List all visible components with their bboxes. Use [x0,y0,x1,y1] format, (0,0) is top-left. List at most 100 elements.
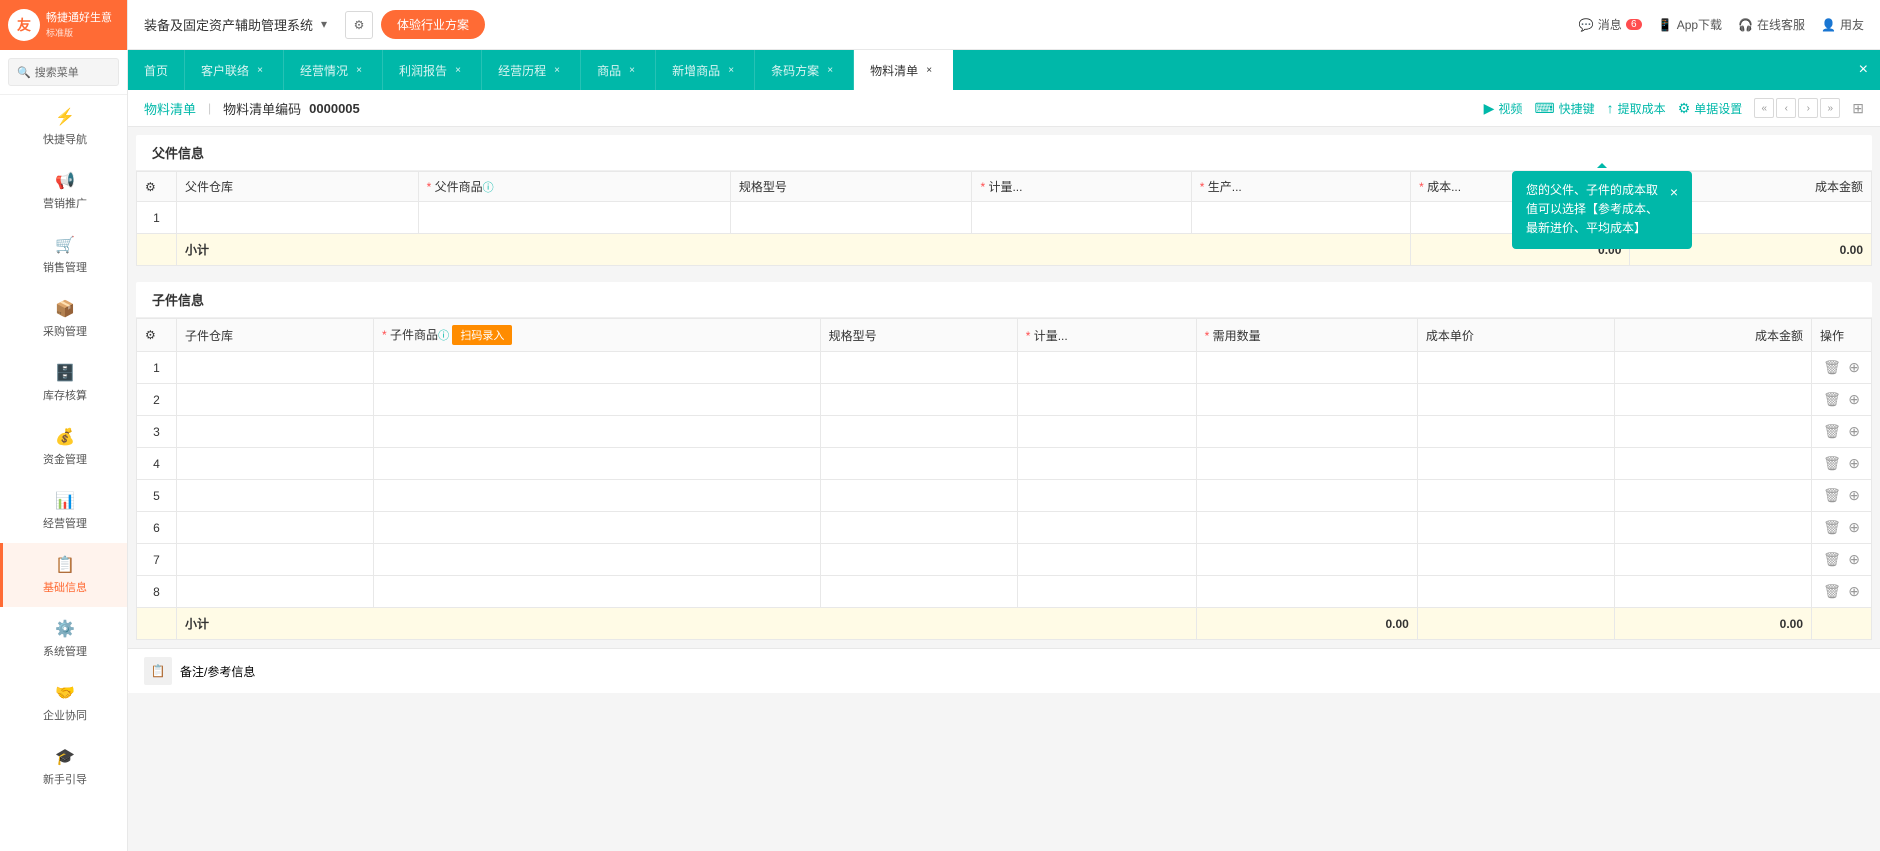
extract-cost-button[interactable]: ↑ 提取成本 [1607,100,1666,117]
child-row-7-qty[interactable] [1196,544,1417,576]
online-service-button[interactable]: 🎧 在线客服 [1738,16,1805,33]
tab-products-close[interactable]: × [625,63,639,77]
sidebar-item-basic[interactable]: 📋 基础信息 [0,543,127,607]
child-row-6-spec[interactable] [820,512,1017,544]
sidebar-item-collab[interactable]: 🤝 企业协同 [0,671,127,735]
child-row-7-spec[interactable] [820,544,1017,576]
child-row-8-spec[interactable] [820,576,1017,608]
child-row-8-copy[interactable]: ⊕ [1846,581,1862,602]
child-row-3-copy[interactable]: ⊕ [1846,421,1862,442]
child-row-2-qty[interactable] [1196,384,1417,416]
parent-row-1-unit[interactable] [972,202,1191,234]
sidebar-item-system[interactable]: ⚙️ 系统管理 [0,607,127,671]
tooltip-close-button[interactable]: × [1670,181,1678,203]
user-menu-button[interactable]: 👤 用友 [1821,16,1864,33]
close-all-tabs-button[interactable]: × [1847,61,1880,79]
child-row-6-product[interactable] [374,512,821,544]
child-row-8-warehouse[interactable] [177,576,374,608]
child-row-3-cost-amount[interactable] [1614,416,1811,448]
sidebar-search-area[interactable]: 🔍 搜索菜单 [0,50,127,95]
scan-input-button[interactable]: 扫码录入 [452,325,512,345]
tab-operations-close[interactable]: × [352,63,366,77]
child-row-3-product[interactable] [374,416,821,448]
child-row-4-delete[interactable]: 🗑 [1821,453,1843,474]
child-row-7-cost-amount[interactable] [1614,544,1811,576]
child-row-1-unit-price[interactable] [1417,352,1614,384]
sidebar-item-inventory[interactable]: 🗄️ 库存核算 [0,351,127,415]
child-row-8-delete[interactable]: 🗑 [1821,581,1843,602]
parent-row-1-spec[interactable] [730,202,972,234]
nav-first-button[interactable]: « [1754,98,1774,118]
tab-barcode-close[interactable]: × [823,63,837,77]
child-row-2-unit[interactable] [1017,384,1196,416]
child-row-2-cost-amount[interactable] [1614,384,1811,416]
tab-bom[interactable]: 物料清单 × [854,50,953,90]
tab-bom-close[interactable]: × [922,63,936,77]
child-row-4-product[interactable] [374,448,821,480]
tab-newproduct[interactable]: 新增商品 × [656,50,755,90]
parent-row-1-production[interactable] [1191,202,1410,234]
parent-row-1-product[interactable] [418,202,730,234]
tab-customers[interactable]: 客户联络 × [185,50,284,90]
tab-newproduct-close[interactable]: × [724,63,738,77]
view-video-button[interactable]: ▶ 视频 [1484,100,1523,117]
tab-operations[interactable]: 经营情况 × [284,50,383,90]
child-row-7-warehouse[interactable] [177,544,374,576]
nav-next-button[interactable]: › [1798,98,1818,118]
tab-products[interactable]: 商品 × [581,50,656,90]
child-row-4-copy[interactable]: ⊕ [1846,453,1862,474]
tab-customers-close[interactable]: × [253,63,267,77]
grid-view-button[interactable]: ⊞ [1852,100,1864,117]
child-row-2-copy[interactable]: ⊕ [1846,389,1862,410]
sidebar-item-guide[interactable]: 🎓 新手引导 [0,735,127,799]
sidebar-item-quicknav[interactable]: ⚡ 快捷导航 [0,95,127,159]
message-button[interactable]: 💬 消息 6 [1579,16,1642,33]
child-row-6-copy[interactable]: ⊕ [1846,517,1862,538]
trial-button[interactable]: 体验行业方案 [381,10,485,39]
child-row-2-warehouse[interactable] [177,384,374,416]
child-row-5-unit[interactable] [1017,480,1196,512]
child-row-1-product[interactable] [374,352,821,384]
app-download-button[interactable]: 📱 App下载 [1658,16,1722,33]
child-row-5-spec[interactable] [820,480,1017,512]
nav-prev-button[interactable]: ‹ [1776,98,1796,118]
child-row-4-unit[interactable] [1017,448,1196,480]
child-row-6-cost-amount[interactable] [1614,512,1811,544]
child-row-6-qty[interactable] [1196,512,1417,544]
child-row-4-unit-price[interactable] [1417,448,1614,480]
dropdown-icon[interactable]: ▾ [321,17,337,33]
sidebar-item-purchase[interactable]: 📦 采购管理 [0,287,127,351]
sidebar-item-operations[interactable]: 📊 经营管理 [0,479,127,543]
child-row-5-cost-amount[interactable] [1614,480,1811,512]
child-row-6-warehouse[interactable] [177,512,374,544]
child-row-2-spec[interactable] [820,384,1017,416]
child-row-3-warehouse[interactable] [177,416,374,448]
parent-row-1-warehouse[interactable] [177,202,419,234]
tab-history[interactable]: 经营历程 × [482,50,581,90]
tab-profit-close[interactable]: × [451,63,465,77]
child-row-8-unit-price[interactable] [1417,576,1614,608]
child-row-6-delete[interactable]: 🗑 [1821,517,1843,538]
child-row-7-delete[interactable]: 🗑 [1821,549,1843,570]
child-row-1-cost-amount[interactable] [1614,352,1811,384]
child-row-4-cost-amount[interactable] [1614,448,1811,480]
child-row-3-spec[interactable] [820,416,1017,448]
child-row-1-copy[interactable]: ⊕ [1846,357,1862,378]
search-menu-button[interactable]: 🔍 搜索菜单 [8,58,119,86]
child-row-7-unit-price[interactable] [1417,544,1614,576]
shortcut-button[interactable]: ⌨ 快捷键 [1534,100,1594,117]
child-row-3-unit-price[interactable] [1417,416,1614,448]
child-row-1-warehouse[interactable] [177,352,374,384]
child-row-1-spec[interactable] [820,352,1017,384]
single-settings-button[interactable]: ⚙ 单据设置 [1678,100,1743,117]
child-row-6-unit-price[interactable] [1417,512,1614,544]
settings-gear-button[interactable]: ⚙ [345,11,373,39]
child-row-3-unit[interactable] [1017,416,1196,448]
child-row-7-copy[interactable]: ⊕ [1846,549,1862,570]
child-row-3-delete[interactable]: 🗑 [1821,421,1843,442]
breadcrumb[interactable]: 物料清单 [144,99,196,118]
child-row-2-unit-price[interactable] [1417,384,1614,416]
child-row-6-unit[interactable] [1017,512,1196,544]
child-row-7-product[interactable] [374,544,821,576]
sidebar-item-marketing[interactable]: 📢 营销推广 [0,159,127,223]
